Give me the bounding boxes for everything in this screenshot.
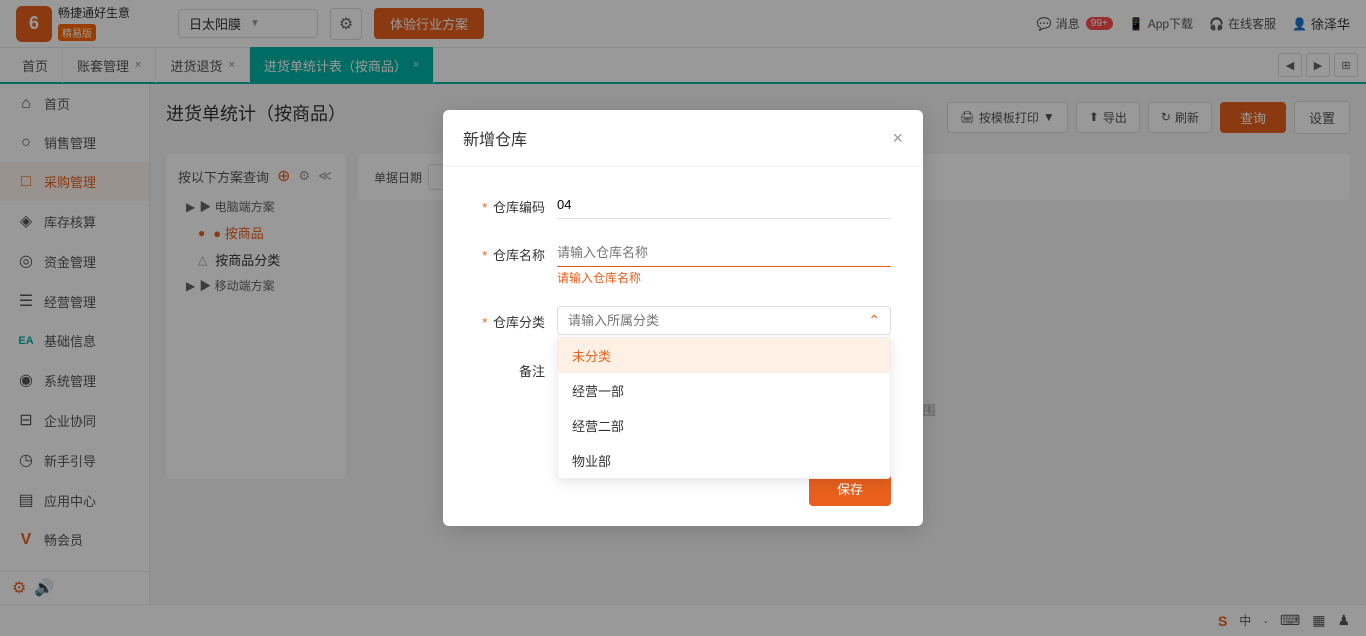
code-input[interactable] bbox=[557, 191, 891, 219]
category-dropdown: 未分类 经营一部 经营二部 物业部 bbox=[557, 337, 891, 479]
category-arrow-icon[interactable]: ⌃ bbox=[868, 312, 880, 329]
category-input-row: ⌃ bbox=[557, 306, 891, 335]
form-row-name: * 仓库名称 请输入仓库名称 bbox=[475, 239, 891, 286]
category-wrap: ⌃ 未分类 经营一部 经营二部 物业部 bbox=[557, 306, 891, 335]
dropdown-item-dept1[interactable]: 经营一部 bbox=[558, 373, 890, 408]
form-row-code: * 仓库编码 bbox=[475, 191, 891, 219]
dialog-header: 新增仓库 × bbox=[443, 110, 923, 167]
dialog-add-warehouse: 新增仓库 × * 仓库编码 * 仓库名称 请输入仓库名称 bbox=[443, 110, 923, 526]
dialog-body: * 仓库编码 * 仓库名称 请输入仓库名称 * bbox=[443, 167, 923, 459]
dropdown-item-dept3[interactable]: 物业部 bbox=[558, 443, 890, 478]
category-input[interactable] bbox=[568, 313, 868, 328]
overlay: 新增仓库 × * 仓库编码 * 仓库名称 请输入仓库名称 bbox=[0, 0, 1366, 636]
dialog-close-button[interactable]: × bbox=[892, 128, 903, 149]
dropdown-item-uncategorized[interactable]: 未分类 bbox=[558, 338, 890, 373]
name-input[interactable] bbox=[557, 239, 891, 267]
dropdown-item-dept2[interactable]: 经营二部 bbox=[558, 408, 890, 443]
dialog-title: 新增仓库 bbox=[463, 126, 527, 150]
note-label: 备注 bbox=[475, 355, 545, 380]
name-error-msg: 请输入仓库名称 bbox=[557, 269, 891, 286]
form-row-category: * 仓库分类 ⌃ 未分类 经营一部 经营二部 物业部 bbox=[475, 306, 891, 335]
code-label: * 仓库编码 bbox=[475, 191, 545, 216]
category-label: * 仓库分类 bbox=[475, 306, 545, 331]
name-label: * 仓库名称 bbox=[475, 239, 545, 264]
name-field-wrap: 请输入仓库名称 bbox=[557, 239, 891, 286]
